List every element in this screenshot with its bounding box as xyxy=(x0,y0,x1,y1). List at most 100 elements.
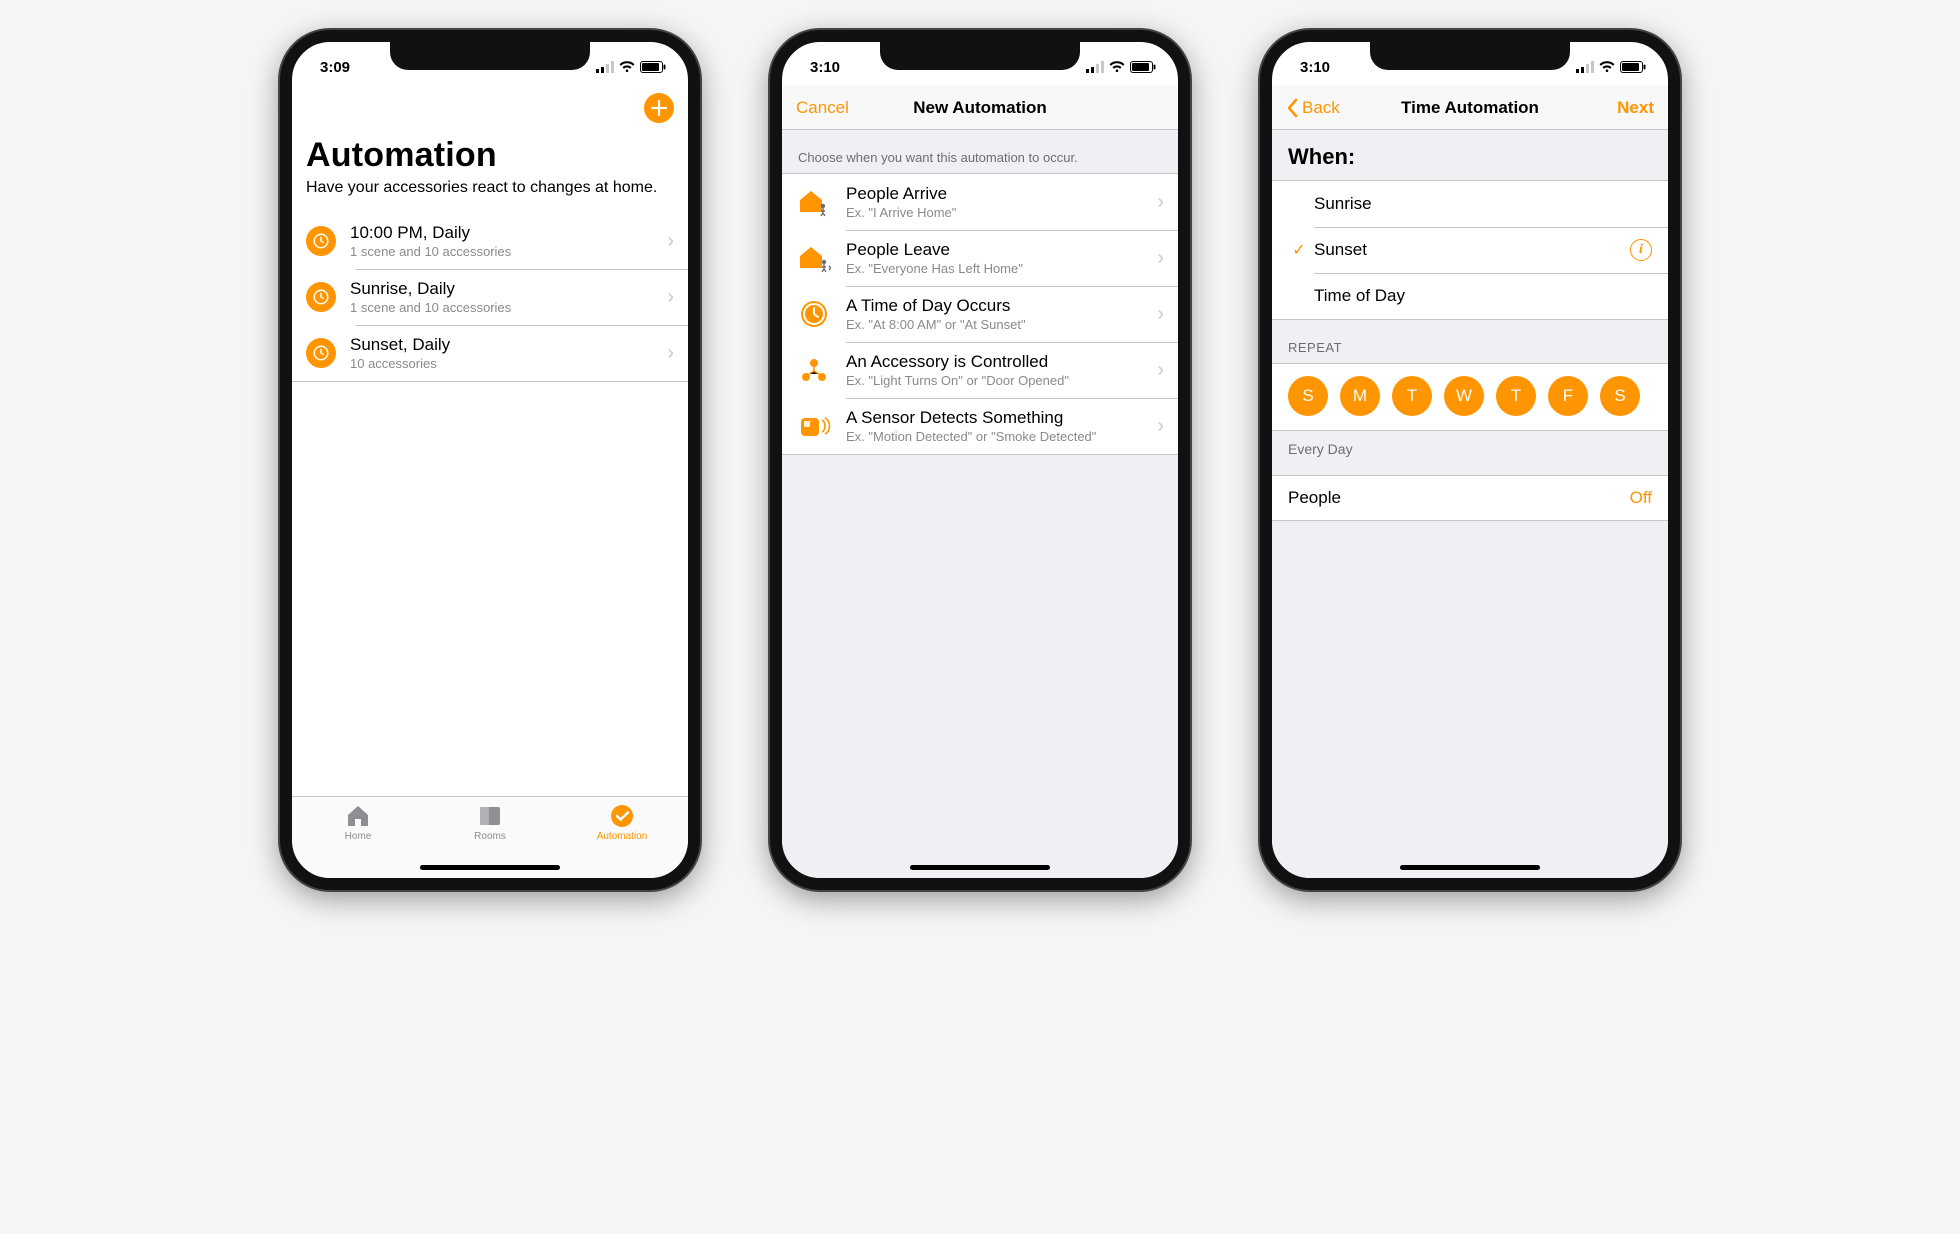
trigger-time-of-day[interactable]: A Time of Day Occurs Ex. "At 8:00 AM" or… xyxy=(782,286,1178,342)
automation-title: Sunrise, Daily xyxy=(350,279,659,299)
trigger-title: People Leave xyxy=(846,240,1149,260)
status-time: 3:10 xyxy=(810,59,840,76)
trigger-people-arrive[interactable]: People Arrive Ex. "I Arrive Home" › xyxy=(782,174,1178,230)
clock-icon xyxy=(796,296,832,332)
back-button[interactable]: Back xyxy=(1286,98,1340,118)
cancel-button[interactable]: Cancel xyxy=(796,98,849,118)
notch xyxy=(1370,42,1570,70)
automation-row[interactable]: Sunrise, Daily 1 scene and 10 accessorie… xyxy=(292,269,688,325)
chevron-right-icon: › xyxy=(1157,415,1164,438)
info-icon[interactable]: i xyxy=(1630,239,1652,261)
home-indicator[interactable] xyxy=(420,865,560,870)
home-icon xyxy=(344,803,372,829)
trigger-sub: Ex. "Motion Detected" or "Smoke Detected… xyxy=(846,429,1149,444)
status-time: 3:10 xyxy=(1300,59,1330,76)
cellular-icon xyxy=(596,61,614,73)
rooms-icon xyxy=(476,803,504,829)
home-indicator[interactable] xyxy=(1400,865,1540,870)
chevron-right-icon: › xyxy=(1157,247,1164,270)
check-icon: ✓ xyxy=(1288,240,1310,260)
automation-title: 10:00 PM, Daily xyxy=(350,223,659,243)
trigger-title: A Time of Day Occurs xyxy=(846,296,1149,316)
chevron-right-icon: › xyxy=(667,342,674,365)
clock-icon xyxy=(306,226,336,256)
people-row[interactable]: People Off xyxy=(1272,475,1668,521)
trigger-title: People Arrive xyxy=(846,184,1149,204)
add-automation-button[interactable] xyxy=(644,93,674,123)
repeat-day-fri[interactable]: F xyxy=(1548,376,1588,416)
cellular-icon xyxy=(1086,61,1104,73)
repeat-day-wed[interactable]: W xyxy=(1444,376,1484,416)
content: Choose when you want this automation to … xyxy=(782,130,1178,878)
automation-title: Sunset, Daily xyxy=(350,335,659,355)
status-time: 3:09 xyxy=(320,59,350,76)
when-option-sunset[interactable]: ✓ Sunset i xyxy=(1272,227,1668,273)
home-indicator[interactable] xyxy=(910,865,1050,870)
trigger-sub: Ex. "Everyone Has Left Home" xyxy=(846,261,1149,276)
automation-row[interactable]: 10:00 PM, Daily 1 scene and 10 accessori… xyxy=(292,213,688,269)
cellular-icon xyxy=(1576,61,1594,73)
people-label: People xyxy=(1288,488,1341,508)
chevron-right-icon: › xyxy=(667,286,674,309)
notch xyxy=(880,42,1080,70)
nav-bar: Back Time Automation Next xyxy=(1272,86,1668,130)
when-heading: When: xyxy=(1272,130,1668,180)
battery-icon xyxy=(1620,61,1646,73)
phone-new-automation: 3:10 Cancel New Automation Choose when y… xyxy=(770,30,1190,890)
wifi-icon xyxy=(1109,61,1125,73)
page-title: Automation xyxy=(306,136,674,175)
back-label: Back xyxy=(1302,98,1340,118)
repeat-day-mon[interactable]: M xyxy=(1340,376,1380,416)
battery-icon xyxy=(1130,61,1156,73)
sensor-icon xyxy=(796,408,832,444)
chevron-left-icon xyxy=(1286,98,1298,118)
trigger-accessory[interactable]: An Accessory is Controlled Ex. "Light Tu… xyxy=(782,342,1178,398)
automation-sub: 10 accessories xyxy=(350,356,659,371)
automation-row[interactable]: Sunset, Daily 10 accessories › xyxy=(292,325,688,381)
repeat-summary: Every Day xyxy=(1272,431,1668,475)
chevron-right-icon: › xyxy=(667,230,674,253)
tab-home[interactable]: Home xyxy=(292,803,424,878)
content: Automation Have your accessories react t… xyxy=(292,130,688,796)
clock-icon xyxy=(306,338,336,368)
phone-automation-list: 3:09 Automation Have your accessories re… xyxy=(280,30,700,890)
tab-label: Automation xyxy=(597,831,648,842)
nav-bar xyxy=(292,86,688,130)
people-value: Off xyxy=(1630,488,1652,508)
section-prompt: Choose when you want this automation to … xyxy=(782,130,1178,173)
wifi-icon xyxy=(619,61,635,73)
when-option-sunrise[interactable]: Sunrise xyxy=(1272,181,1668,227)
automation-sub: 1 scene and 10 accessories xyxy=(350,300,659,315)
repeat-day-sat[interactable]: S xyxy=(1600,376,1640,416)
trigger-sub: Ex. "At 8:00 AM" or "At Sunset" xyxy=(846,317,1149,332)
tab-label: Rooms xyxy=(474,831,506,842)
next-button[interactable]: Next xyxy=(1617,98,1654,118)
battery-icon xyxy=(640,61,666,73)
tab-automation[interactable]: Automation xyxy=(556,803,688,878)
chevron-right-icon: › xyxy=(1157,359,1164,382)
when-option-time-of-day[interactable]: Time of Day xyxy=(1272,273,1668,319)
phone-time-automation: 3:10 Back Time Automation Next When: Sun… xyxy=(1260,30,1680,890)
notch xyxy=(390,42,590,70)
chevron-right-icon: › xyxy=(1157,191,1164,214)
page-subtitle: Have your accessories react to changes a… xyxy=(306,179,666,197)
chevron-right-icon: › xyxy=(1157,303,1164,326)
content: When: Sunrise ✓ Sunset i Time of Day REP… xyxy=(1272,130,1668,878)
repeat-day-thu[interactable]: T xyxy=(1496,376,1536,416)
trigger-sensor[interactable]: A Sensor Detects Something Ex. "Motion D… xyxy=(782,398,1178,454)
automation-icon xyxy=(608,803,636,829)
trigger-people-leave[interactable]: People Leave Ex. "Everyone Has Left Home… xyxy=(782,230,1178,286)
trigger-title: A Sensor Detects Something xyxy=(846,408,1149,428)
option-label: Sunrise xyxy=(1314,194,1652,214)
trigger-sub: Ex. "I Arrive Home" xyxy=(846,205,1149,220)
trigger-sub: Ex. "Light Turns On" or "Door Opened" xyxy=(846,373,1149,388)
automation-sub: 1 scene and 10 accessories xyxy=(350,244,659,259)
clock-icon xyxy=(306,282,336,312)
repeat-day-sun[interactable]: S xyxy=(1288,376,1328,416)
repeat-heading: REPEAT xyxy=(1272,320,1668,363)
trigger-title: An Accessory is Controlled xyxy=(846,352,1149,372)
nav-bar: Cancel New Automation xyxy=(782,86,1178,130)
option-label: Time of Day xyxy=(1314,286,1652,306)
repeat-day-tue[interactable]: T xyxy=(1392,376,1432,416)
home-leave-icon xyxy=(796,240,832,276)
